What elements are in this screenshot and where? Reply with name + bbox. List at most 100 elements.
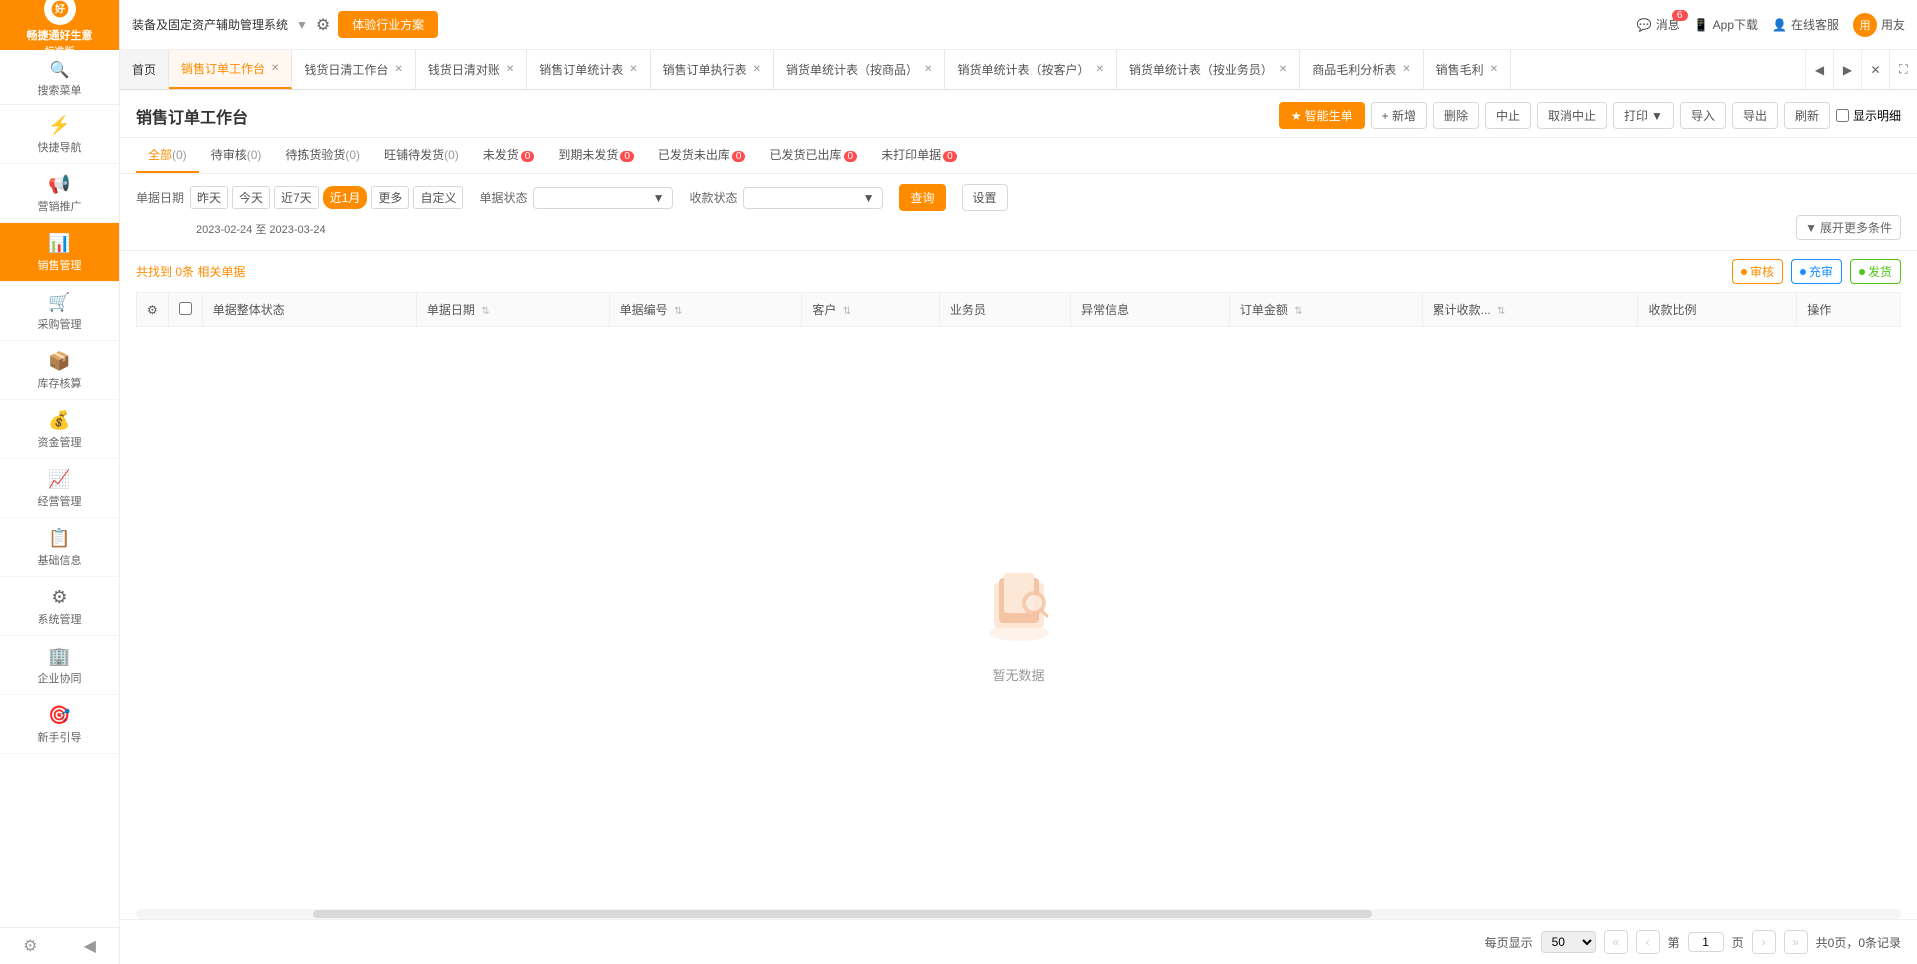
delete-button[interactable]: 删除	[1433, 102, 1479, 129]
tab-cash-reconcile[interactable]: 钱货日清对账 ✕	[416, 50, 527, 89]
settings-icon[interactable]: ⚙	[23, 936, 37, 956]
next-page-button[interactable]: ›	[1752, 930, 1776, 954]
scrollbar-thumb[interactable]	[313, 910, 1372, 918]
tab-close-cash-reconcile[interactable]: ✕	[506, 64, 514, 75]
user-menu[interactable]: 用 用友	[1853, 13, 1905, 37]
app-download-button[interactable]: 📱 App下载	[1694, 16, 1758, 33]
tab-next-button[interactable]: ▶	[1833, 50, 1861, 90]
tab-sales-sum-product[interactable]: 销货单统计表（按商品） ✕	[774, 50, 945, 89]
tab-close-sum-staff[interactable]: ✕	[1279, 64, 1287, 75]
per-page-select[interactable]: 50 100 200	[1541, 931, 1596, 953]
gear-icon[interactable]: ⚙	[147, 303, 158, 317]
tab-close-sum-product[interactable]: ✕	[924, 64, 932, 75]
add-button[interactable]: + 新增	[1371, 102, 1427, 129]
status-select[interactable]: ▼	[533, 187, 673, 209]
tab-close-product-margin[interactable]: ✕	[1402, 64, 1410, 75]
prev-page-button[interactable]: ‹	[1636, 930, 1660, 954]
first-page-button[interactable]: «	[1604, 930, 1628, 954]
expand-conditions-button[interactable]: ▼ 展开更多条件	[1796, 215, 1901, 240]
tab-close-sales-stats[interactable]: ✕	[629, 64, 637, 75]
import-button[interactable]: 导入	[1680, 102, 1726, 129]
subtab-unshipped[interactable]: 未发货0	[471, 138, 547, 173]
payment-select[interactable]: ▼	[743, 187, 883, 209]
tab-close-sales-workbench[interactable]: ✕	[271, 63, 279, 74]
date-1month-btn[interactable]: 近1月	[323, 186, 368, 209]
tab-prev-button[interactable]: ◀	[1805, 50, 1833, 90]
last-page-button[interactable]: »	[1784, 930, 1808, 954]
setting-button[interactable]: 设置	[962, 184, 1008, 211]
sidebar-item-quick-nav[interactable]: ⚡ 快捷导航	[0, 105, 119, 164]
filter-row2: 2023-02-24 至 2023-03-24 ▼ 展开更多条件	[136, 215, 1901, 240]
tab-sales-sum-customer[interactable]: 销货单统计表（按客户） ✕	[945, 50, 1116, 89]
subtab-unprinted[interactable]: 未打印单据0	[869, 138, 969, 173]
ship-button[interactable]: 发货	[1850, 259, 1901, 284]
page-input[interactable]	[1688, 932, 1724, 952]
tab-close-sales-more[interactable]: ✕	[1490, 64, 1498, 75]
show-detail-checkbox[interactable]	[1836, 109, 1849, 122]
sidebar-item-sales[interactable]: 📊 销售管理	[0, 223, 119, 282]
query-button[interactable]: 查询	[899, 184, 945, 211]
sidebar-item-enterprise[interactable]: 🏢 企业协同	[0, 636, 119, 695]
sidebar-item-finance[interactable]: 💰 资金管理	[0, 400, 119, 459]
pagination: 每页显示 50 100 200 « ‹ 第 页 › » 共0页，0条记录	[120, 919, 1917, 964]
tab-close-sales-exec[interactable]: ✕	[753, 64, 761, 75]
subtab-all[interactable]: 全部(0)	[136, 138, 199, 173]
subtab-expired-unshipped[interactable]: 到期未发货0	[546, 138, 646, 173]
review-button[interactable]: 审核	[1732, 259, 1783, 284]
collapse-icon[interactable]: ◀	[84, 936, 96, 956]
date-today-btn[interactable]: 今天	[232, 186, 270, 209]
subtab-pending-review[interactable]: 待审核(0)	[199, 138, 274, 173]
sidebar-item-guide[interactable]: 🎯 新手引导	[0, 695, 119, 754]
tab-sales-workbench[interactable]: 销售订单工作台 ✕	[169, 50, 292, 89]
tab-home[interactable]: 首页	[120, 50, 169, 89]
industry-solution-button[interactable]: 体验行业方案	[338, 11, 438, 38]
date-more-btn[interactable]: 更多	[371, 186, 409, 209]
tab-sales-exec[interactable]: 销售订单执行表 ✕	[651, 50, 774, 89]
sidebar-item-system[interactable]: ⚙ 系统管理	[0, 577, 119, 636]
number-sort-icon[interactable]: ⇅	[674, 306, 682, 317]
customer-sort-icon[interactable]: ⇅	[843, 306, 851, 317]
tab-close-cash-daily[interactable]: ✕	[394, 64, 402, 75]
subtab-wangpu-ship[interactable]: 旺铺待发货(0)	[372, 138, 471, 173]
select-all-checkbox[interactable]	[179, 302, 192, 315]
refresh-button[interactable]: 刷新	[1784, 102, 1830, 129]
smart-create-button[interactable]: ★ 智能生单	[1279, 102, 1365, 129]
unsuspend-button[interactable]: 取消中止	[1537, 102, 1607, 129]
amount-sort-icon[interactable]: ⇅	[1294, 306, 1302, 317]
sidebar-item-marketing[interactable]: 📢 营销推广	[0, 164, 119, 223]
date-sort-icon[interactable]: ⇅	[481, 306, 489, 317]
print-button[interactable]: 打印 ▼	[1613, 102, 1674, 129]
date-7days-btn[interactable]: 近7天	[274, 186, 319, 209]
filter-row: 单据日期 昨天 今天 近7天 近1月 更多 自定义 单据状态	[136, 184, 1901, 211]
sidebar-item-base-info[interactable]: 📋 基础信息	[0, 518, 119, 577]
subtab-pending-check[interactable]: 待拣货验货(0)	[273, 138, 372, 173]
online-service-button[interactable]: 👤 在线客服	[1772, 16, 1839, 33]
sidebar-item-inventory[interactable]: 📦 库存核算	[0, 341, 119, 400]
subtab-shipped-no-out[interactable]: 已发货未出库0	[646, 138, 758, 173]
message-button[interactable]: 💬 消息 6	[1637, 16, 1680, 33]
tab-cash-daily[interactable]: 钱货日清工作台 ✕	[292, 50, 415, 89]
tab-fullscreen-button[interactable]: ⛶	[1889, 50, 1917, 90]
tab-sales-sum-staff[interactable]: 销货单统计表（按业务员） ✕	[1117, 50, 1300, 89]
tab-sales-more[interactable]: 销售毛利 ✕	[1424, 50, 1511, 89]
date-custom-btn[interactable]: 自定义	[413, 186, 463, 209]
date-yesterday-btn[interactable]: 昨天	[190, 186, 228, 209]
unaudit-button[interactable]: 充审	[1791, 259, 1842, 284]
horizontal-scrollbar[interactable]	[136, 909, 1901, 919]
tab-close-all-button[interactable]: ✕	[1861, 50, 1889, 90]
tab-close-sum-customer[interactable]: ✕	[1095, 64, 1103, 75]
quick-nav-icon: ⚡	[48, 115, 70, 136]
sidebar-item-operations[interactable]: 📈 经营管理	[0, 459, 119, 518]
dropdown-icon[interactable]: ▼	[296, 18, 308, 32]
tab-product-margin[interactable]: 商品毛利分析表 ✕	[1300, 50, 1423, 89]
subtab-shipped-out[interactable]: 已发货已出库0	[757, 138, 869, 173]
sidebar-item-purchase[interactable]: 🛒 采购管理	[0, 282, 119, 341]
per-page-label: 每页显示	[1485, 934, 1533, 951]
topbar-gear-icon[interactable]: ⚙	[316, 15, 330, 35]
export-button[interactable]: 导出	[1732, 102, 1778, 129]
tab-sales-stats[interactable]: 销售订单统计表 ✕	[527, 50, 650, 89]
sidebar-search[interactable]: 🔍 搜索菜单	[0, 50, 119, 105]
suspend-button[interactable]: 中止	[1485, 102, 1531, 129]
collected-sort-icon[interactable]: ⇅	[1497, 306, 1505, 317]
content-header: 销售订单工作台 ★ 智能生单 + 新增 删除 中止 取消中止 打印 ▼ 导入	[120, 90, 1917, 138]
